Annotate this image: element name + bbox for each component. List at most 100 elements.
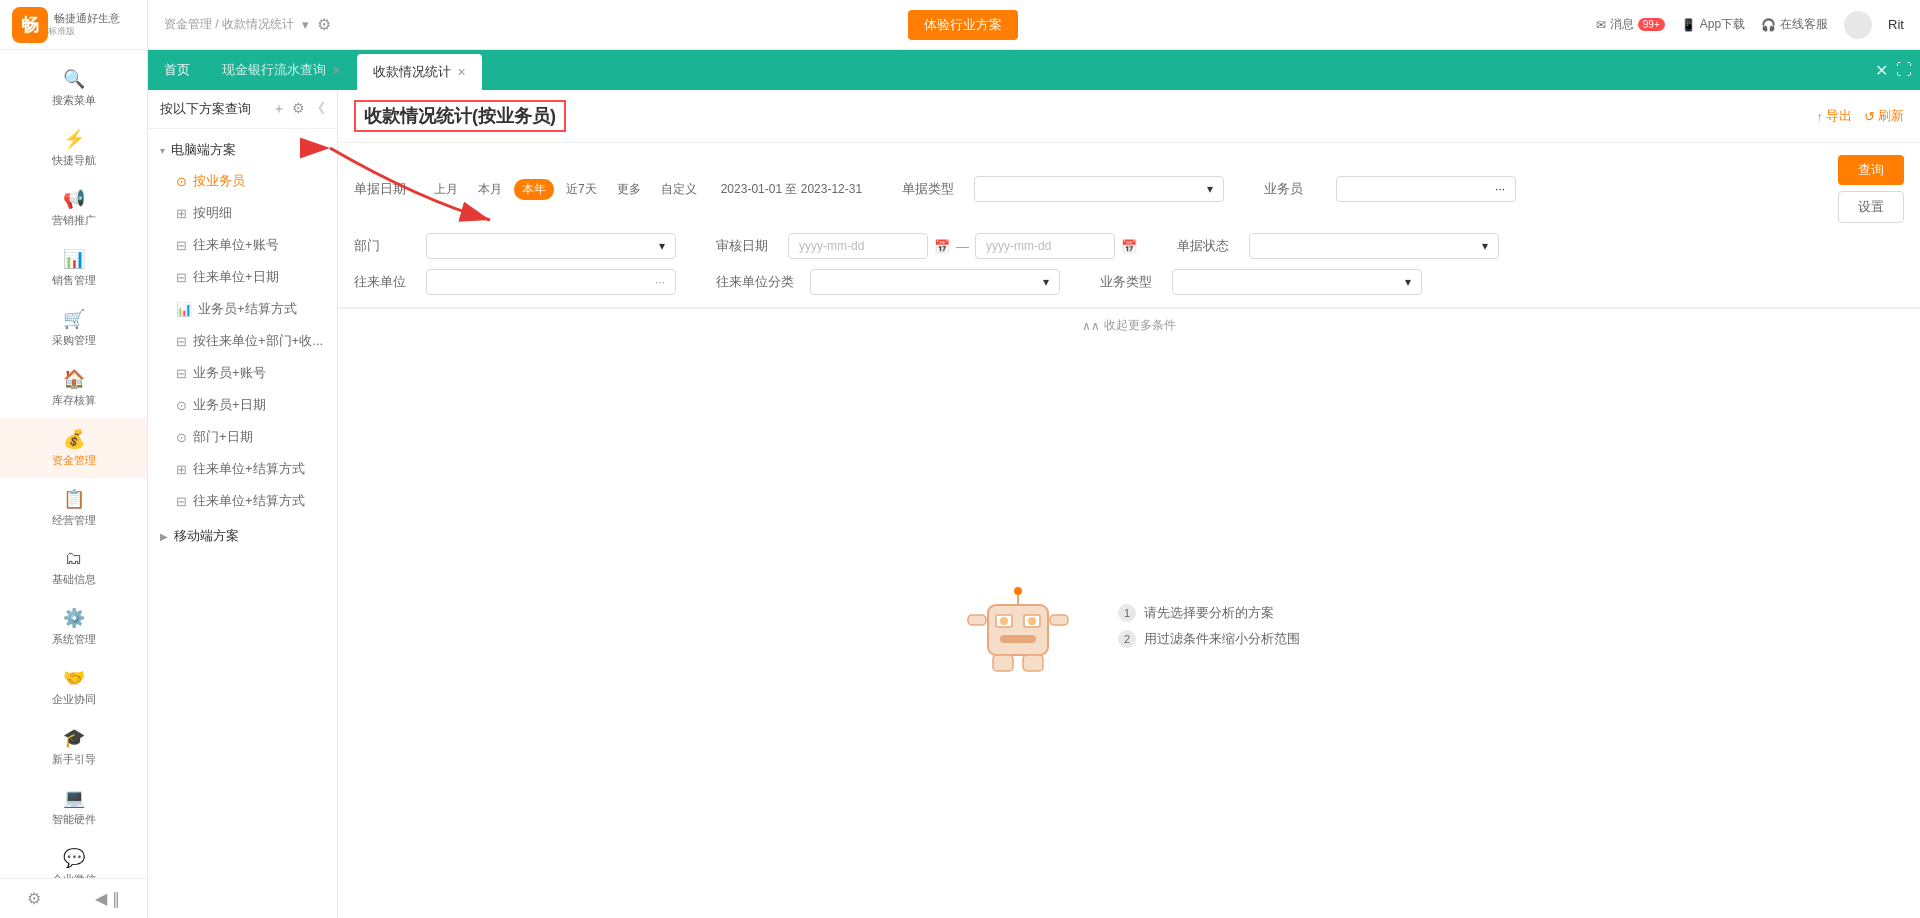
scheme-item-label-2: 往来单位+账号 <box>193 236 279 254</box>
inventory-icon: 🏠 <box>63 368 85 390</box>
header-settings-icon[interactable]: ⚙ <box>317 15 331 34</box>
sidebar-item-wechat[interactable]: 💬 企业微信 <box>0 837 147 878</box>
sidebar-item-corp[interactable]: 🤝 企业协同 <box>0 657 147 717</box>
scheme-item-sales-date[interactable]: ⊙ 业务员+日期 <box>148 389 337 421</box>
audit-date-to-cal-icon[interactable]: 📅 <box>1121 239 1137 254</box>
mobile-scheme-parent[interactable]: ▶ 移动端方案 <box>148 521 337 551</box>
scheme-item-unit-account[interactable]: ⊟ 往来单位+账号 <box>148 229 337 261</box>
scheme-item-unit-payment1[interactable]: ⊞ 往来单位+结算方式 <box>148 453 337 485</box>
collapse-bar[interactable]: ∧∧ 收起更多条件 <box>338 308 1920 342</box>
tab-collection-close-icon[interactable]: ✕ <box>457 66 466 79</box>
counterpart-more-icon[interactable]: ··· <box>655 275 665 289</box>
date-tab-custom[interactable]: 自定义 <box>653 179 705 200</box>
date-tab-last-month[interactable]: 上月 <box>426 179 466 200</box>
sidebar-item-label-quicknav: 快捷导航 <box>52 153 96 168</box>
online-service-label: 在线客服 <box>1780 16 1828 33</box>
scheme-item-unit-payment2[interactable]: ⊟ 往来单位+结算方式 <box>148 485 337 517</box>
counterpart-select[interactable]: ··· <box>426 269 676 295</box>
message-action[interactable]: ✉ 消息 99+ <box>1596 16 1665 33</box>
pc-scheme-parent[interactable]: ▾ 电脑端方案 <box>148 135 337 165</box>
doc-status-select[interactable]: ▾ <box>1249 233 1499 259</box>
message-label: 消息 <box>1610 16 1634 33</box>
svg-point-4 <box>1028 617 1036 625</box>
dept-select[interactable]: ▾ <box>426 233 676 259</box>
tab-close-all-icon[interactable]: ✕ <box>1875 61 1888 80</box>
collapse-icon[interactable]: ◀ ‖ <box>95 889 119 908</box>
query-button[interactable]: 查询 <box>1838 155 1904 185</box>
app-download-action[interactable]: 📱 App下载 <box>1681 16 1745 33</box>
audit-date-range: yyyy-mm-dd 📅 — yyyy-mm-dd 📅 <box>788 233 1137 259</box>
trial-button[interactable]: 体验行业方案 <box>908 10 1018 40</box>
message-icon: ✉ <box>1596 18 1606 32</box>
tab-home[interactable]: 首页 <box>148 50 206 90</box>
sidebar-item-marketing[interactable]: 📢 营销推广 <box>0 178 147 238</box>
sidebar-item-guide[interactable]: 🎓 新手引导 <box>0 717 147 777</box>
tab-collection[interactable]: 收款情况统计 ✕ <box>357 54 482 90</box>
sidebar-item-purchase[interactable]: 🛒 采购管理 <box>0 298 147 358</box>
step-1-text: 请先选择要分析的方案 <box>1144 604 1274 622</box>
sidebar-item-system[interactable]: ⚙️ 系统管理 <box>0 597 147 657</box>
date-tab-more[interactable]: 更多 <box>609 179 649 200</box>
sidebar-item-hardware[interactable]: 💻 智能硬件 <box>0 777 147 837</box>
page-header: 收款情况统计(按业务员) ↑ 导出 ↺ 刷新 <box>338 90 1920 143</box>
export-action[interactable]: ↑ 导出 <box>1817 107 1853 125</box>
scheme-item-sales-account[interactable]: ⊟ 业务员+账号 <box>148 357 337 389</box>
collapse-panel-icon[interactable]: 《 <box>311 100 325 118</box>
sidebar: 畅 畅捷通好生意 标准版 🔍 搜索菜单 ⚡ 快捷导航 📢 营销推广 📊 销售管理… <box>0 0 148 918</box>
audit-date-from[interactable]: yyyy-mm-dd <box>788 233 928 259</box>
scheme-item-icon-7: ⊙ <box>176 398 187 413</box>
sidebar-item-label-system: 系统管理 <box>52 632 96 647</box>
date-label: 单据日期 <box>354 180 410 198</box>
settings-button[interactable]: 设置 <box>1838 191 1904 223</box>
scheme-tree: ▾ 电脑端方案 ⊙ 按业务员 ⊞ 按明细 ⊟ 往来单位+账号 <box>148 129 337 557</box>
sidebar-item-ops[interactable]: 📋 经营管理 <box>0 478 147 538</box>
tab-maximize-icon[interactable]: ⛶ <box>1896 61 1912 79</box>
sidebar-item-finance[interactable]: 💰 资金管理 <box>0 418 147 478</box>
scheme-item-sales-payment[interactable]: 📊 业务员+结算方式 <box>148 293 337 325</box>
scheme-item-icon-6: ⊟ <box>176 366 187 381</box>
date-tab-this-year[interactable]: 本年 <box>514 179 554 200</box>
scheme-item-label-10: 往来单位+结算方式 <box>193 492 305 510</box>
filter-row-2: 部门 ▾ 审核日期 yyyy-mm-dd 📅 — <box>354 233 1904 259</box>
sidebar-item-sales[interactable]: 📊 销售管理 <box>0 238 147 298</box>
doc-type-label: 单据类型 <box>902 180 958 198</box>
sidebar-item-basic[interactable]: 🗂 基础信息 <box>0 538 147 597</box>
online-service-action[interactable]: 🎧 在线客服 <box>1761 16 1828 33</box>
sidebar-item-label-hardware: 智能硬件 <box>52 812 96 827</box>
doc-type-dropdown-icon: ▾ <box>1207 182 1213 196</box>
audit-date-label: 审核日期 <box>716 237 772 255</box>
sidebar-item-inventory[interactable]: 🏠 库存核算 <box>0 358 147 418</box>
add-scheme-icon[interactable]: ＋ <box>272 100 286 118</box>
audit-date-to[interactable]: yyyy-mm-dd <box>975 233 1115 259</box>
scheme-item-salesperson[interactable]: ⊙ 按业务员 <box>148 165 337 197</box>
mobile-scheme-label: 移动端方案 <box>174 527 239 545</box>
logo-name: 畅捷通好生意 <box>54 11 120 25</box>
settings-icon[interactable]: ⚙ <box>27 889 41 908</box>
counterpart-type-select[interactable]: ▾ <box>810 269 1060 295</box>
settings-scheme-icon[interactable]: ⚙ <box>292 100 305 118</box>
scheme-item-label-0: 按业务员 <box>193 172 245 190</box>
date-tab-7days[interactable]: 近7天 <box>558 179 605 200</box>
date-tab-this-month[interactable]: 本月 <box>470 179 510 200</box>
doc-status-label: 单据状态 <box>1177 237 1233 255</box>
breadcrumb-dropdown-icon[interactable]: ▾ <box>302 17 309 32</box>
scheme-item-detail[interactable]: ⊞ 按明细 <box>148 197 337 229</box>
breadcrumb: 资金管理 / 收款情况统计 <box>164 16 294 33</box>
doc-type-select[interactable]: ▾ <box>974 176 1224 202</box>
business-type-select[interactable]: ▾ <box>1172 269 1422 295</box>
scheme-item-dept-date[interactable]: ⊙ 部门+日期 <box>148 421 337 453</box>
export-label: 导出 <box>1826 107 1852 125</box>
sidebar-item-quicknav[interactable]: ⚡ 快捷导航 <box>0 118 147 178</box>
audit-date-from-cal-icon[interactable]: 📅 <box>934 239 950 254</box>
salesperson-select[interactable]: ··· <box>1336 176 1516 202</box>
filter-area: 单据日期 上月 本月 本年 近7天 更多 自定义 2023-01-01 至 20… <box>338 143 1920 308</box>
dept-label: 部门 <box>354 237 410 255</box>
refresh-action[interactable]: ↺ 刷新 <box>1864 107 1904 125</box>
tab-bank[interactable]: 现金银行流水查询 ✕ <box>206 50 357 90</box>
app-icon: 📱 <box>1681 18 1696 32</box>
sidebar-item-search[interactable]: 🔍 搜索菜单 <box>0 58 147 118</box>
tab-bank-close-icon[interactable]: ✕ <box>332 64 341 77</box>
scheme-item-unit-dept[interactable]: ⊟ 按往来单位+部门+收... <box>148 325 337 357</box>
user-avatar[interactable] <box>1844 11 1872 39</box>
scheme-item-unit-date[interactable]: ⊟ 往来单位+日期 <box>148 261 337 293</box>
